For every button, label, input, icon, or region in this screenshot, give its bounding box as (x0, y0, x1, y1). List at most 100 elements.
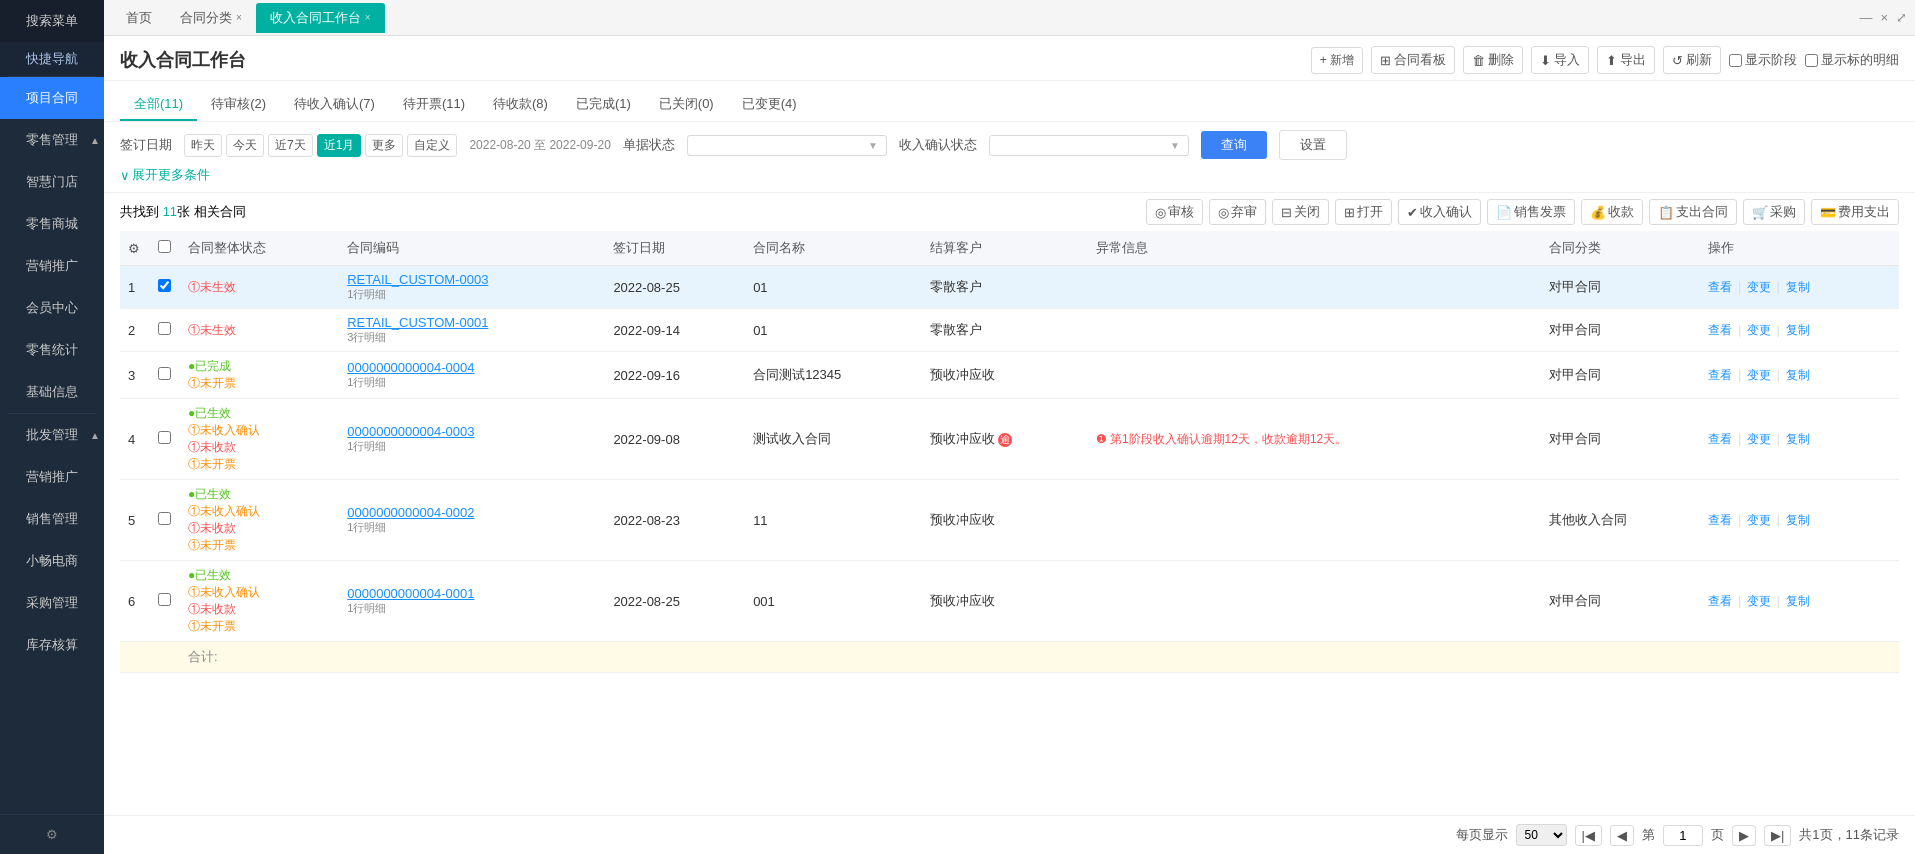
sidebar-item-project[interactable]: 项目合同 (0, 77, 104, 119)
copy-button[interactable]: 复制 (1786, 513, 1810, 527)
contract-code-link[interactable]: 0000000000004-0003 (347, 424, 597, 439)
copy-button[interactable]: 复制 (1786, 280, 1810, 294)
copy-button[interactable]: 复制 (1786, 368, 1810, 382)
contract-code-link[interactable]: 0000000000004-0002 (347, 505, 597, 520)
copy-button[interactable]: 复制 (1786, 432, 1810, 446)
sidebar-item-member[interactable]: 会员中心 (0, 287, 104, 329)
row-select-checkbox[interactable] (158, 512, 171, 525)
edit-button[interactable]: 变更 (1747, 280, 1771, 294)
show-fields-checkbox[interactable] (1729, 54, 1742, 67)
filter-tab-closed[interactable]: 已关闭(0) (645, 89, 728, 121)
new-button[interactable]: + 新增 (1311, 47, 1363, 74)
first-page-button[interactable]: |◀ (1575, 825, 1602, 846)
sidebar-settings[interactable]: ⚙ (0, 814, 104, 854)
sidebar-quick-nav[interactable]: 快捷导航 (0, 42, 104, 76)
view-button[interactable]: 查看 (1708, 368, 1732, 382)
sidebar-item-smart-store[interactable]: 智慧门店 (0, 161, 104, 203)
show-fields-toggle[interactable]: 显示阶段 (1729, 51, 1797, 69)
filter-tab-pending-payment[interactable]: 待收款(8) (479, 89, 562, 121)
view-button[interactable]: 查看 (1708, 323, 1732, 337)
sales-invoice-button[interactable]: 📄 销售发票 (1487, 199, 1575, 225)
filter-tab-all[interactable]: 全部(11) (120, 89, 197, 121)
row-select-checkbox[interactable] (158, 322, 171, 335)
filter-tab-completed[interactable]: 已完成(1) (562, 89, 645, 121)
income-confirm-select[interactable]: ▼ (989, 135, 1189, 156)
contract-code-link[interactable]: 0000000000004-0004 (347, 360, 597, 375)
sidebar-item-marketing[interactable]: 营销推广 (0, 245, 104, 287)
view-button[interactable]: 查看 (1708, 280, 1732, 294)
page-input[interactable] (1663, 825, 1703, 846)
filter-tab-changed[interactable]: 已变更(4) (728, 89, 811, 121)
row-select-checkbox[interactable] (158, 431, 171, 444)
sidebar-item-purchase[interactable]: 采购管理 (0, 582, 104, 624)
show-detail-toggle[interactable]: 显示标的明细 (1805, 51, 1899, 69)
tab-income-workbench[interactable]: 收入合同工作台 × (256, 3, 385, 33)
sidebar-item-retail-mall[interactable]: 零售商城 (0, 203, 104, 245)
view-button[interactable]: 查看 (1708, 513, 1732, 527)
next-page-button[interactable]: ▶ (1732, 825, 1756, 846)
abandon-button[interactable]: ◎ 弃审 (1209, 199, 1266, 225)
sidebar-item-xc-ecom[interactable]: 小畅电商 (0, 540, 104, 582)
view-button[interactable]: 查看 (1708, 594, 1732, 608)
row-select-checkbox[interactable] (158, 593, 171, 606)
settings-icon[interactable]: ⚙ (128, 241, 140, 256)
filter-tab-pending-invoice[interactable]: 待开票(11) (389, 89, 479, 121)
expense-pay-button[interactable]: 💳 费用支出 (1811, 199, 1899, 225)
open-button[interactable]: ⊞ 打开 (1335, 199, 1392, 225)
row-checkbox[interactable] (150, 352, 180, 399)
close-button[interactable]: ⊟ 关闭 (1272, 199, 1329, 225)
sidebar-item-wholesale[interactable]: 批发管理 (0, 414, 104, 456)
last-page-button[interactable]: ▶| (1764, 825, 1791, 846)
date-today[interactable]: 今天 (226, 134, 264, 157)
show-detail-checkbox[interactable] (1805, 54, 1818, 67)
select-all-checkbox[interactable] (158, 240, 171, 253)
doc-status-select[interactable]: ▼ (687, 135, 887, 156)
expand-more-conditions[interactable]: ∨ 展开更多条件 (120, 166, 1899, 184)
sidebar-item-retail-stats[interactable]: 零售统计 (0, 329, 104, 371)
per-page-select[interactable]: 50 100 200 (1516, 824, 1567, 846)
sidebar-item-retail-mgmt[interactable]: 零售管理 (0, 119, 104, 161)
tab-income-workbench-close[interactable]: × (365, 12, 371, 23)
row-select-checkbox[interactable] (158, 367, 171, 380)
prev-page-button[interactable]: ◀ (1610, 825, 1634, 846)
tab-contract-cat[interactable]: 合同分类 × (166, 3, 256, 33)
row-checkbox[interactable] (150, 561, 180, 642)
expense-out-button[interactable]: 📋 支出合同 (1649, 199, 1737, 225)
sidebar-item-basic-info[interactable]: 基础信息 (0, 371, 104, 413)
refresh-button[interactable]: ↺ 刷新 (1663, 46, 1721, 74)
copy-button[interactable]: 复制 (1786, 594, 1810, 608)
view-button[interactable]: 查看 (1708, 432, 1732, 446)
edit-button[interactable]: 变更 (1747, 323, 1771, 337)
copy-button[interactable]: 复制 (1786, 323, 1810, 337)
edit-button[interactable]: 变更 (1747, 513, 1771, 527)
import-button[interactable]: ⬇ 导入 (1531, 46, 1589, 74)
date-last1month[interactable]: 近1月 (317, 134, 362, 157)
edit-button[interactable]: 变更 (1747, 432, 1771, 446)
row-checkbox[interactable] (150, 399, 180, 480)
row-select-checkbox[interactable] (158, 279, 171, 292)
window-close-icon[interactable]: × (1880, 10, 1888, 25)
export-button[interactable]: ⬆ 导出 (1597, 46, 1655, 74)
delete-button[interactable]: 🗑 删除 (1463, 46, 1523, 74)
sidebar-item-inventory[interactable]: 库存核算 (0, 624, 104, 666)
purchase-button[interactable]: 🛒 采购 (1743, 199, 1805, 225)
kanban-button[interactable]: ⊞ 合同看板 (1371, 46, 1455, 74)
edit-button[interactable]: 变更 (1747, 594, 1771, 608)
sidebar-search[interactable]: 搜索菜单 (0, 0, 104, 42)
date-last7[interactable]: 近7天 (268, 134, 313, 157)
filter-tab-pending-confirm[interactable]: 待收入确认(7) (280, 89, 389, 121)
settings-button[interactable]: 设置 (1279, 130, 1347, 160)
row-checkbox[interactable] (150, 480, 180, 561)
filter-tab-pending-review[interactable]: 待审核(2) (197, 89, 280, 121)
edit-button[interactable]: 变更 (1747, 368, 1771, 382)
date-more[interactable]: 更多 (365, 134, 403, 157)
row-checkbox[interactable] (150, 266, 180, 309)
query-button[interactable]: 查询 (1201, 131, 1267, 159)
tab-contract-cat-close[interactable]: × (236, 12, 242, 23)
contract-code-link[interactable]: 0000000000004-0001 (347, 586, 597, 601)
window-minimize-icon[interactable]: — (1859, 10, 1872, 25)
contract-code-link[interactable]: RETAIL_CUSTOM-0003 (347, 272, 597, 287)
sidebar-item-marketing2[interactable]: 营销推广 (0, 456, 104, 498)
window-expand-icon[interactable]: ⤢ (1896, 10, 1907, 25)
date-custom[interactable]: 自定义 (407, 134, 457, 157)
